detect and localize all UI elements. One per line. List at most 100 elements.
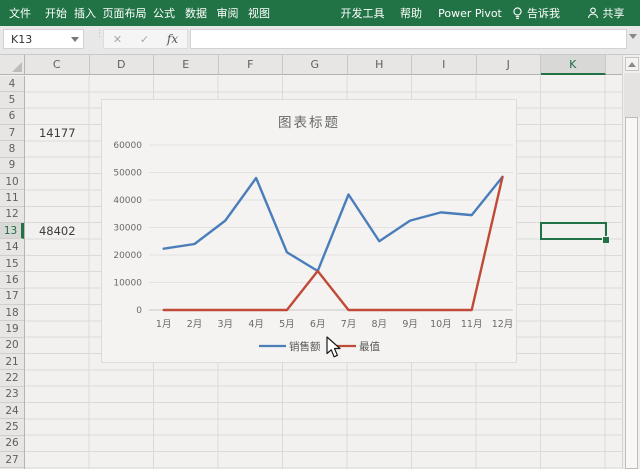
row-header-17[interactable]: 17 — [0, 289, 24, 305]
ribbon-tab-公式[interactable]: 公式 — [153, 0, 175, 26]
scroll-up-button[interactable] — [625, 57, 639, 71]
series-line-销售额[interactable] — [162, 175, 504, 273]
row-header-18[interactable]: 18 — [0, 305, 24, 322]
ribbon-tab-告诉我[interactable]: 告诉我 — [512, 0, 560, 26]
row-header-22[interactable]: 22 — [0, 370, 24, 387]
excel-window: 文件 开始 插入 页面布局 公式 数据 审阅 视图 开发工具 帮助 Power Pivot 告诉我 共享… — [0, 0, 640, 469]
column-header-F[interactable]: F — [219, 55, 283, 74]
row-header-14[interactable]: 14 — [0, 240, 24, 256]
row-header-9[interactable]: 9 — [0, 158, 24, 175]
legend-label-最值[interactable]: 最值 — [359, 340, 380, 353]
x-tick-label-10: 10月 — [430, 319, 452, 330]
x-tick-label-7: 7月 — [341, 319, 357, 330]
row-header-25[interactable]: 25 — [0, 419, 24, 436]
cell-C13[interactable]: 48402 — [25, 223, 90, 239]
row-header-4[interactable]: 4 — [0, 76, 24, 93]
name-box-value: K13 — [11, 32, 33, 46]
x-tick-label-2: 2月 — [187, 319, 203, 330]
column-header-G[interactable]: G — [283, 55, 348, 74]
ribbon-tab-label: 视图 — [248, 7, 270, 20]
row-header-11[interactable]: 11 — [0, 190, 24, 207]
scrollbar-thumb[interactable] — [625, 117, 638, 469]
series-line-最值[interactable] — [162, 175, 504, 312]
y-tick-label: 20000 — [113, 251, 142, 261]
ribbon-tab-开发工具[interactable]: 开发工具 — [341, 0, 385, 26]
insert-function-icon[interactable]: fx — [167, 32, 178, 46]
chart-object[interactable]: 0 10000 20000 30000 40000 50000 60000 1月 2月 3月 4月 5… — [101, 99, 517, 363]
select-all-corner[interactable] — [0, 55, 25, 75]
scrollbar-track[interactable] — [624, 73, 640, 117]
row-header-20[interactable]: 20 — [0, 338, 24, 354]
ribbon-tab-共享[interactable]: 共享 — [587, 0, 625, 26]
ribbon-tab-label: 告诉我 — [527, 7, 560, 20]
y-tick-label: 50000 — [113, 169, 142, 179]
y-tick-label: 10000 — [113, 279, 142, 289]
cancel-icon[interactable]: ✕ — [113, 33, 122, 46]
formula-bar-expand-icon[interactable] — [629, 34, 637, 39]
row-header-10[interactable]: 10 — [0, 174, 24, 191]
enter-icon[interactable]: ✓ — [140, 33, 149, 46]
column-header-C[interactable]: C — [25, 55, 90, 74]
row-header-13[interactable]: 13 — [0, 223, 24, 240]
x-tick-label-6: 6月 — [310, 319, 326, 330]
row-header-21[interactable]: 21 — [0, 354, 24, 371]
row-header-5[interactable]: 5 — [0, 92, 24, 109]
ribbon-tab-插入[interactable]: 插入 — [74, 0, 96, 26]
x-tick-label-8: 8月 — [372, 319, 388, 330]
ribbon-tab-label: 开始 — [45, 7, 67, 20]
row-header-12[interactable]: 12 — [0, 207, 24, 224]
column-header-E[interactable]: E — [154, 55, 219, 74]
ribbon-tab-文件[interactable]: 文件 — [9, 0, 31, 26]
ribbon-tab-label: 数据 — [185, 7, 207, 20]
row-header-6[interactable]: 6 — [0, 109, 24, 126]
y-tick-label: 40000 — [113, 196, 142, 206]
row-header-19[interactable]: 19 — [0, 321, 24, 338]
ribbon-tab-label: 页面布局 — [102, 7, 147, 20]
row-header-27[interactable]: 27 — [0, 452, 24, 469]
name-box-dropdown-icon[interactable] — [71, 37, 79, 42]
selected-cell-K13[interactable] — [540, 222, 607, 241]
row-header-16[interactable]: 16 — [0, 272, 24, 289]
column-header-D[interactable]: D — [90, 55, 154, 74]
cell-C7[interactable]: 14177 — [25, 125, 90, 141]
ribbon-tab-label: 开发工具 — [340, 7, 385, 20]
column-headers: CDEFGHIJK — [25, 55, 622, 75]
row-header-8[interactable]: 8 — [0, 141, 24, 158]
ribbon-tab-label: 帮助 — [400, 7, 422, 20]
legend-label-销售额[interactable]: 销售额 — [289, 340, 321, 353]
x-tick-label-11: 11月 — [461, 319, 483, 330]
chart-title[interactable]: 图表标题 — [278, 115, 340, 131]
ribbon-tab-视图[interactable]: 视图 — [248, 0, 270, 26]
row-headers: 4 5 6 7 8 9 10 11 12 13 14 15 16 17 18 19 20 21 22 23 24 25 26… — [0, 76, 25, 469]
ribbon-tab-bar: 文件 开始 插入 页面布局 公式 数据 审阅 视图 开发工具 帮助 Power Pivot 告诉我 共享 — [0, 0, 640, 26]
x-tick-label-1: 1月 — [156, 319, 172, 330]
x-tick-label-5: 5月 — [279, 319, 295, 330]
mouse-cursor — [326, 336, 341, 358]
row-header-23[interactable]: 23 — [0, 387, 24, 403]
scroll-up-arrow-icon — [628, 61, 636, 67]
fill-handle[interactable] — [601, 235, 610, 244]
ribbon-tab-帮助[interactable]: 帮助 — [400, 0, 422, 26]
x-tick-label-3: 3月 — [218, 319, 234, 330]
x-tick-label-9: 9月 — [402, 319, 418, 330]
column-header-H[interactable]: H — [348, 55, 412, 74]
column-header-K[interactable]: K — [541, 55, 606, 75]
line-chart: 0 10000 20000 30000 40000 50000 60000 1月 2月 3月 4月 5… — [113, 115, 513, 353]
ribbon-tab-label: 文件 — [9, 7, 31, 20]
ribbon-tab-页面布局[interactable]: 页面布局 — [103, 0, 147, 26]
ribbon-tab-power-pivot[interactable]: Power Pivot — [438, 0, 502, 26]
ribbon-tab-开始[interactable]: 开始 — [45, 0, 67, 26]
ribbon-tab-label: 审阅 — [216, 7, 239, 20]
ribbon-tab-label: 插入 — [74, 7, 96, 20]
row-header-24[interactable]: 24 — [0, 403, 24, 420]
row-header-26[interactable]: 26 — [0, 436, 24, 453]
row-header-7[interactable]: 7 — [0, 125, 24, 142]
row-header-15[interactable]: 15 — [0, 256, 24, 273]
name-box[interactable]: K13 — [3, 29, 84, 49]
column-header-I[interactable]: I — [412, 55, 477, 74]
formula-input[interactable] — [190, 29, 627, 49]
ribbon-tab-数据[interactable]: 数据 — [185, 0, 207, 26]
ribbon-tab-审阅[interactable]: 审阅 — [217, 0, 239, 26]
column-header-J[interactable]: J — [477, 55, 541, 74]
vertical-scrollbar[interactable] — [622, 55, 640, 469]
